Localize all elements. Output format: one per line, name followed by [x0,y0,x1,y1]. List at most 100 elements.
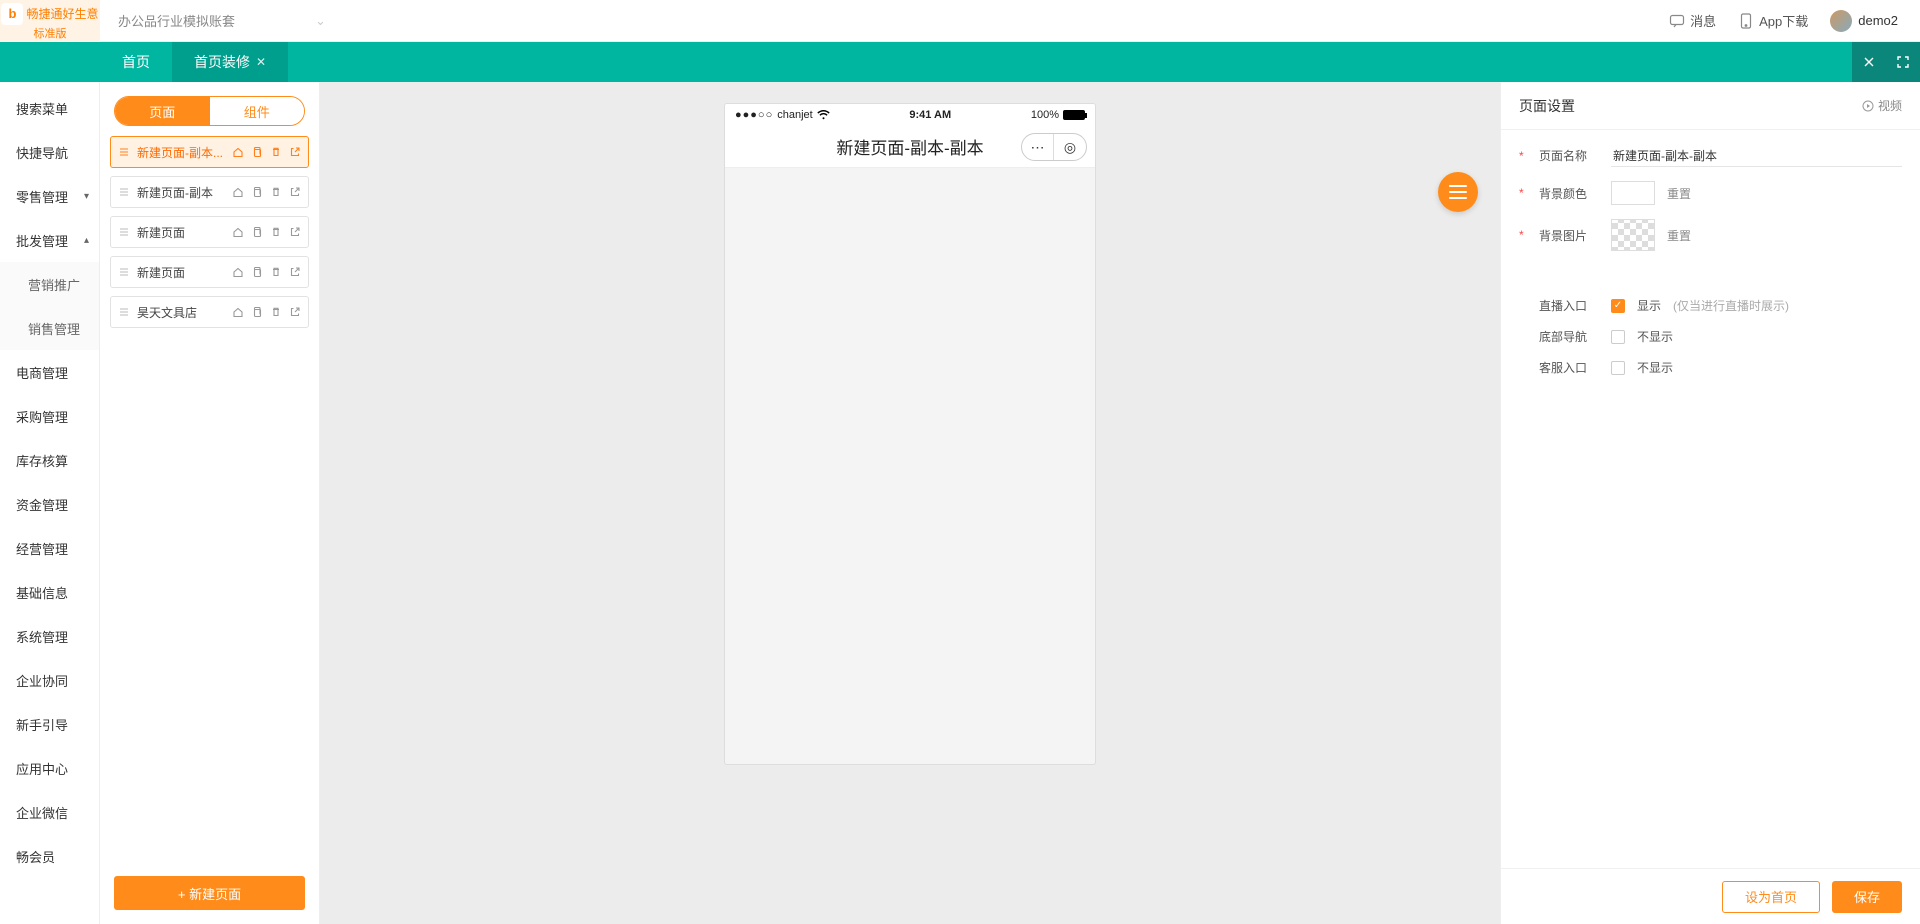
user-menu[interactable]: demo2 [1830,10,1898,32]
page-row-name: 新建页面 [137,224,225,241]
messages-button[interactable]: 消息 [1669,11,1716,30]
sidebar-item[interactable]: 系统管理 [0,614,99,658]
sidebar-item[interactable]: 库存核算 [0,438,99,482]
home-icon[interactable] [231,305,245,319]
delete-icon[interactable] [269,225,283,239]
home-icon[interactable] [231,225,245,239]
segment-component[interactable]: 组件 [210,97,305,125]
external-icon[interactable] [288,265,302,279]
cs-checkbox[interactable] [1611,361,1625,375]
sidebar-item[interactable]: 企业微信 [0,790,99,834]
sidebar-item[interactable]: 资金管理 [0,482,99,526]
delete-icon[interactable] [269,265,283,279]
page-row[interactable]: 新建页面-副本... [110,136,309,168]
app-download-label: App下载 [1759,11,1808,30]
carrier-label: chanjet [777,109,812,121]
capsule-close-icon[interactable]: ◎ [1054,134,1086,160]
home-icon[interactable] [231,265,245,279]
sidebar-item[interactable]: 销售管理 [0,306,99,350]
page-name-input[interactable] [1611,144,1902,167]
page-row[interactable]: 新建页面 [110,256,309,288]
brand-edition: 标准版 [34,25,67,41]
save-button[interactable]: 保存 [1832,881,1902,913]
app-download-button[interactable]: App下载 [1738,11,1808,30]
home-icon[interactable] [231,185,245,199]
page-row-name: 昊天文具店 [137,304,225,321]
set-home-button[interactable]: 设为首页 [1722,881,1820,913]
close-icon[interactable]: ✕ [256,55,266,69]
menu-icon [1449,191,1467,193]
delete-icon[interactable] [269,305,283,319]
sidebar-item[interactable]: 经营管理 [0,526,99,570]
sidebar-item[interactable]: 电商管理 [0,350,99,394]
sidebar-item-label: 快捷导航 [16,143,68,162]
page-row[interactable]: 新建页面-副本 [110,176,309,208]
external-icon[interactable] [288,305,302,319]
tabstrip-close-button[interactable] [1852,42,1886,82]
sidebar-item[interactable]: 应用中心 [0,746,99,790]
sidebar-item[interactable]: 零售管理▾ [0,174,99,218]
page-row[interactable]: 新建页面 [110,216,309,248]
sidebar-item[interactable]: 畅会员 [0,834,99,878]
copy-icon[interactable] [250,305,264,319]
tabstrip-fullscreen-button[interactable] [1886,42,1920,82]
drag-icon[interactable] [117,265,131,279]
bottomnav-checkbox[interactable] [1611,330,1625,344]
external-icon[interactable] [288,145,302,159]
field-bgimg-label: 背景图片 [1539,227,1599,244]
sidebar: 搜索菜单快捷导航零售管理▾批发管理▴营销推广销售管理电商管理采购管理库存核算资金… [0,82,100,924]
delete-icon[interactable] [269,145,283,159]
cs-option-label: 不显示 [1637,359,1673,376]
sidebar-item[interactable]: 批发管理▴ [0,218,99,262]
miniprogram-capsule: ⋯ ◎ [1021,133,1087,161]
phone-title: 新建页面-副本-副本 [836,134,983,159]
phone-preview: ●●●○○ chanjet 9:41 AM 100% 新建页面-副本-副本 ⋯ [725,104,1095,764]
sidebar-item[interactable]: 搜索菜单 [0,86,99,130]
sidebar-item[interactable]: 新手引导 [0,702,99,746]
new-page-button[interactable]: + 新建页面 [114,876,305,910]
delete-icon[interactable] [269,185,283,199]
live-checkbox[interactable]: ✓ [1611,299,1625,313]
page-list: 新建页面-副本...新建页面-副本新建页面新建页面昊天文具店 [100,136,319,328]
page-row[interactable]: 昊天文具店 [110,296,309,328]
drag-icon[interactable] [117,145,131,159]
components-fab[interactable] [1438,172,1478,212]
tab-home[interactable]: 首页 [100,42,172,82]
field-live-label: 直播入口 [1539,297,1599,314]
drag-icon[interactable] [117,185,131,199]
tab-page-decor-label: 首页装修 [194,52,250,72]
sidebar-item[interactable]: 营销推广 [0,262,99,306]
account-selector-label: 办公品行业模拟账套 [118,11,235,30]
bgcolor-swatch[interactable] [1611,181,1655,205]
chat-icon [1669,13,1685,29]
sidebar-item-label: 企业微信 [16,803,68,822]
copy-icon[interactable] [250,145,264,159]
sidebar-item-label: 经营管理 [16,539,68,558]
expand-icon: ▾ [84,191,89,202]
bgimg-swatch[interactable] [1611,219,1655,251]
copy-icon[interactable] [250,185,264,199]
sidebar-item[interactable]: 快捷导航 [0,130,99,174]
drag-icon[interactable] [117,225,131,239]
video-help-label: 视频 [1878,97,1902,114]
copy-icon[interactable] [250,225,264,239]
sidebar-item-label: 畅会员 [16,847,55,866]
account-selector[interactable]: 办公品行业模拟账套 ⌄ [118,11,326,30]
copy-icon[interactable] [250,265,264,279]
bgimg-reset[interactable]: 重置 [1667,227,1691,244]
sidebar-item[interactable]: 基础信息 [0,570,99,614]
tab-page-decor[interactable]: 首页装修 ✕ [172,42,288,82]
phone-time: 9:41 AM [830,109,1031,121]
sidebar-item[interactable]: 采购管理 [0,394,99,438]
segment-page[interactable]: 页面 [115,97,210,125]
home-icon[interactable] [231,145,245,159]
capsule-more-icon[interactable]: ⋯ [1022,134,1054,160]
drag-icon[interactable] [117,305,131,319]
bgcolor-reset[interactable]: 重置 [1667,185,1691,202]
sidebar-item[interactable]: 企业协同 [0,658,99,702]
bottom-option-label: 不显示 [1637,328,1673,345]
external-icon[interactable] [288,225,302,239]
video-help-link[interactable]: 视频 [1862,97,1902,114]
battery-icon [1063,110,1085,120]
external-icon[interactable] [288,185,302,199]
